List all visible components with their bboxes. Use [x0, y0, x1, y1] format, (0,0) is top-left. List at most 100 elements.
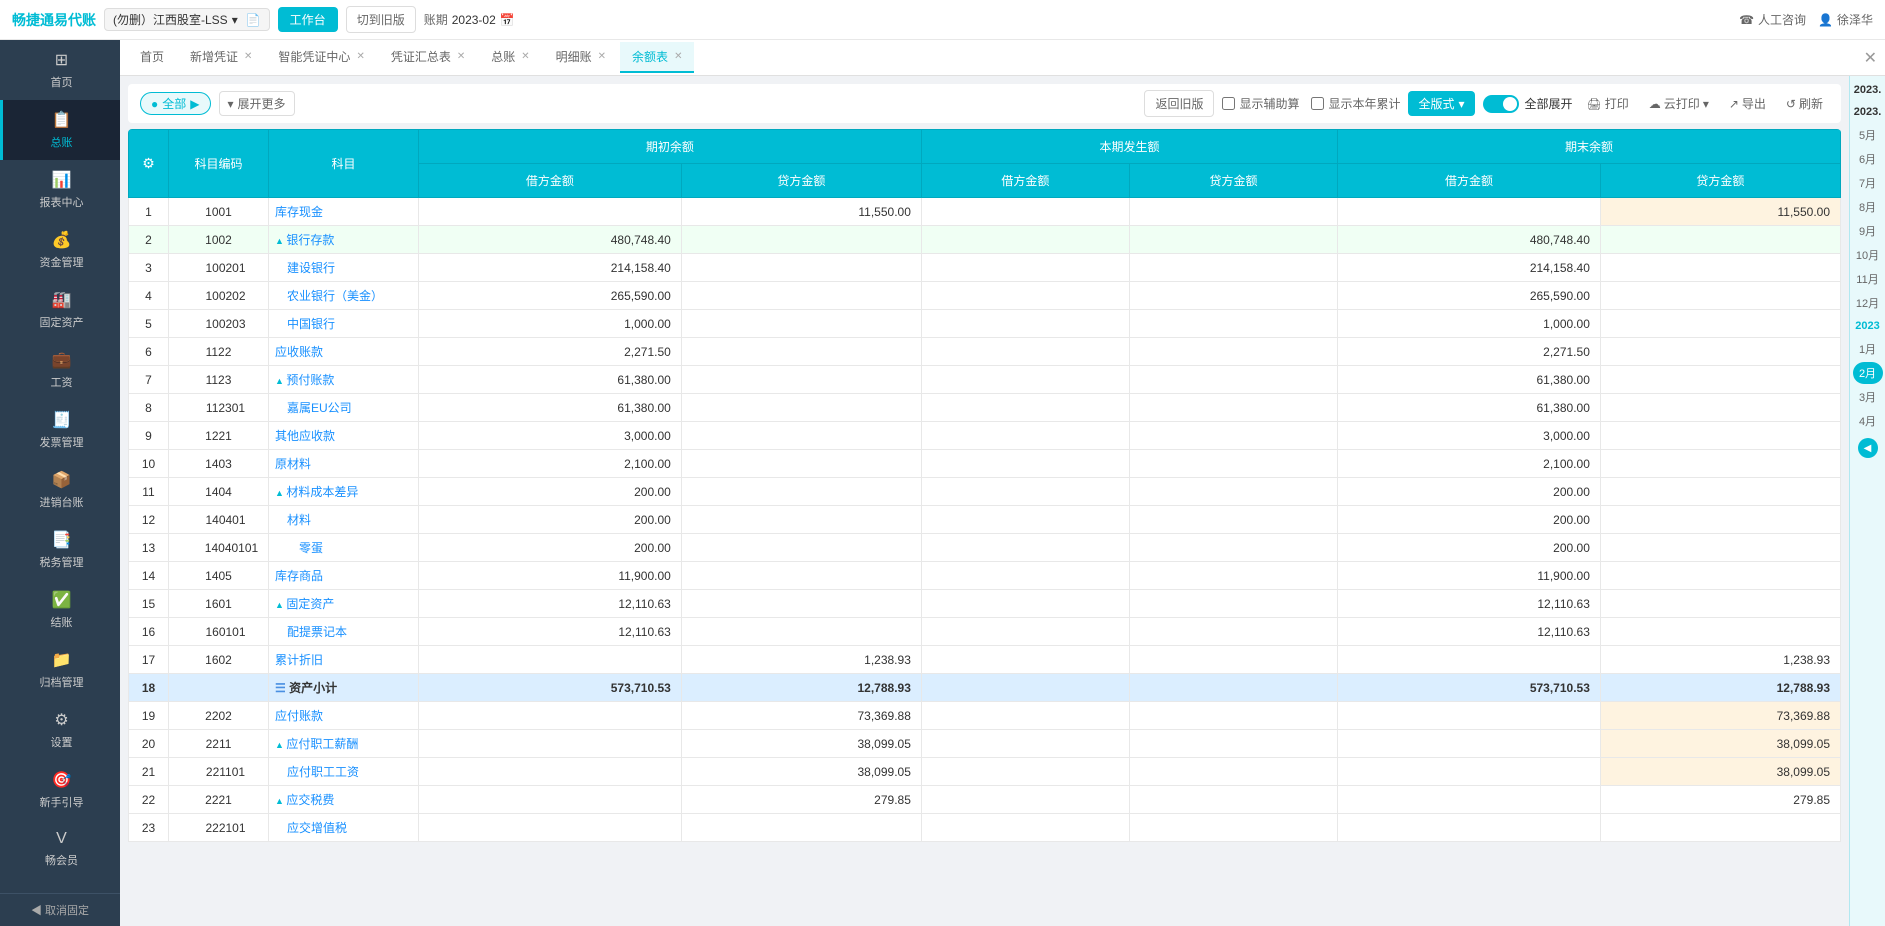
- cell-name[interactable]: 配提票记本: [269, 618, 419, 646]
- sidebar-item-ledger[interactable]: 📋 总账: [0, 100, 120, 160]
- tab-new-voucher-close[interactable]: ✕: [244, 51, 252, 62]
- tab-home[interactable]: 首页: [128, 42, 176, 73]
- workbench-button[interactable]: 工作台: [278, 7, 338, 32]
- month-11[interactable]: 11月: [1853, 268, 1883, 290]
- cell-name[interactable]: 建设银行: [269, 254, 419, 282]
- sidebar-item-settings[interactable]: ⚙ 设置: [0, 700, 120, 760]
- cell-name[interactable]: 原材料: [269, 450, 419, 478]
- account-name-link[interactable]: 原材料: [275, 457, 311, 471]
- account-name-link[interactable]: 建设银行: [287, 261, 335, 275]
- sidebar-item-archive[interactable]: 📁 归档管理: [0, 640, 120, 700]
- account-name-link[interactable]: 预付账款: [286, 373, 334, 387]
- account-name-link[interactable]: 库存现金: [275, 205, 323, 219]
- cell-name[interactable]: 农业银行（美金）: [269, 282, 419, 310]
- account-name-link[interactable]: 零蛋: [299, 541, 323, 555]
- cell-name[interactable]: 库存现金: [269, 198, 419, 226]
- expand-row-icon[interactable]: ▲: [275, 796, 286, 806]
- cell-name[interactable]: 应收账款: [269, 338, 419, 366]
- cloud-print-button[interactable]: ☁ 云打印 ▾: [1643, 92, 1715, 115]
- month-9[interactable]: 9月: [1853, 220, 1883, 242]
- account-name-link[interactable]: 材料成本差异: [286, 485, 358, 499]
- calendar-icon[interactable]: 📅: [500, 13, 515, 27]
- account-name-link[interactable]: 应交税费: [286, 793, 334, 807]
- tab-smart-voucher-close[interactable]: ✕: [356, 51, 364, 62]
- sidebar-collapse[interactable]: ◀ 取消固定: [0, 893, 120, 926]
- tab-general-ledger[interactable]: 总账 ✕: [479, 42, 541, 73]
- account-name-link[interactable]: 配提票记本: [287, 625, 347, 639]
- cell-name[interactable]: 中国银行: [269, 310, 419, 338]
- company-selector[interactable]: (勿删）江西股室-LSS ▾ 📄: [104, 8, 270, 31]
- cell-name[interactable]: 累计折旧: [269, 646, 419, 674]
- account-name-link[interactable]: 应付职工薪酬: [286, 737, 358, 751]
- right-panel-toggle[interactable]: ◀: [1858, 438, 1878, 458]
- account-name-link[interactable]: 应付账款: [275, 709, 323, 723]
- cell-name[interactable]: 应付账款: [269, 702, 419, 730]
- cell-name[interactable]: ▲ 应交税费: [269, 786, 419, 814]
- account-name-link[interactable]: 银行存款: [286, 233, 334, 247]
- show-aux-checkbox[interactable]: 显示辅助算: [1222, 95, 1299, 112]
- sidebar-item-invoice[interactable]: 🧾 发票管理: [0, 400, 120, 460]
- month-8[interactable]: 8月: [1853, 196, 1883, 218]
- account-name-link[interactable]: 材料: [287, 513, 311, 527]
- account-name-link[interactable]: 应收账款: [275, 345, 323, 359]
- account-name-link[interactable]: 应交增值税: [287, 821, 347, 835]
- expand-button[interactable]: ▾ 展开更多: [219, 91, 295, 116]
- tab-balance-sheet[interactable]: 余额表 ✕: [620, 42, 694, 73]
- account-name-link[interactable]: 中国银行: [287, 317, 335, 331]
- month-2[interactable]: 2月: [1853, 362, 1883, 384]
- tab-balance-sheet-close[interactable]: ✕: [674, 51, 682, 62]
- month-5[interactable]: 5月: [1853, 124, 1883, 146]
- show-ytd-checkbox[interactable]: 显示本年累计: [1311, 95, 1400, 112]
- account-name-link[interactable]: 库存商品: [275, 569, 323, 583]
- cell-name[interactable]: 零蛋: [269, 534, 419, 562]
- cell-name[interactable]: 库存商品: [269, 562, 419, 590]
- aux-checkbox-input[interactable]: [1222, 97, 1235, 110]
- sidebar-item-home[interactable]: ⊞ 首页: [0, 40, 120, 100]
- month-10[interactable]: 10月: [1853, 244, 1883, 266]
- account-name-link[interactable]: 其他应收款: [275, 429, 335, 443]
- month-6[interactable]: 6月: [1853, 148, 1883, 170]
- refresh-button[interactable]: ↺ 刷新: [1780, 92, 1829, 115]
- account-name-link[interactable]: 累计折旧: [275, 653, 323, 667]
- cell-name[interactable]: 其他应收款: [269, 422, 419, 450]
- tab-new-voucher[interactable]: 新增凭证 ✕: [178, 42, 264, 73]
- print-button[interactable]: 🖨 打印: [1581, 92, 1635, 115]
- sidebar-item-salary[interactable]: 💼 工资: [0, 340, 120, 400]
- cell-name[interactable]: 材料: [269, 506, 419, 534]
- cell-name[interactable]: ▲ 银行存款: [269, 226, 419, 254]
- cell-name[interactable]: ▲ 预付账款: [269, 366, 419, 394]
- return-old-button[interactable]: 返回旧版: [1144, 90, 1214, 117]
- ytd-checkbox-input[interactable]: [1311, 97, 1324, 110]
- service-info[interactable]: ☎ 人工咨询: [1739, 11, 1806, 28]
- tab-detail-ledger[interactable]: 明细账 ✕: [544, 42, 618, 73]
- export-button[interactable]: ↗ 导出: [1723, 92, 1772, 115]
- account-name-link[interactable]: 固定资产: [286, 597, 334, 611]
- tab-detail-ledger-close[interactable]: ✕: [598, 51, 606, 62]
- account-name-link[interactable]: 嘉属EU公司: [287, 401, 352, 415]
- sidebar-item-tax[interactable]: 📑 税务管理: [0, 520, 120, 580]
- tab-voucher-summary-close[interactable]: ✕: [457, 51, 465, 62]
- month-7[interactable]: 7月: [1853, 172, 1883, 194]
- th-settings[interactable]: ⚙: [129, 130, 169, 198]
- cell-name[interactable]: 嘉属EU公司: [269, 394, 419, 422]
- account-name-link[interactable]: 农业银行（美金）: [287, 289, 383, 303]
- tab-smart-voucher[interactable]: 智能凭证中心 ✕: [266, 42, 376, 73]
- user-info[interactable]: 👤 徐泽华: [1818, 11, 1873, 28]
- month-3[interactable]: 3月: [1853, 386, 1883, 408]
- full-mode-button[interactable]: 全版式 ▾: [1408, 91, 1474, 116]
- filter-tag[interactable]: ● 全部 ▶: [140, 92, 211, 115]
- tab-voucher-summary[interactable]: 凭证汇总表 ✕: [379, 42, 477, 73]
- expand-row-icon[interactable]: ▲: [275, 376, 286, 386]
- sidebar-item-funds[interactable]: 💰 资金管理: [0, 220, 120, 280]
- expand-row-icon[interactable]: ▲: [275, 740, 286, 750]
- sidebar-item-member[interactable]: V 畅会员: [0, 820, 120, 878]
- sidebar-item-guide[interactable]: 🎯 新手引导: [0, 760, 120, 820]
- expand-row-icon[interactable]: ▲: [275, 600, 286, 610]
- sidebar-item-close[interactable]: ✅ 结账: [0, 580, 120, 640]
- cell-name[interactable]: ▲ 固定资产: [269, 590, 419, 618]
- switch-old-button[interactable]: 切到旧版: [346, 6, 416, 33]
- expand-row-icon[interactable]: ▲: [275, 488, 286, 498]
- cell-name[interactable]: ▲ 材料成本差异: [269, 478, 419, 506]
- month-4[interactable]: 4月: [1853, 410, 1883, 432]
- cell-name[interactable]: ▲ 应付职工薪酬: [269, 730, 419, 758]
